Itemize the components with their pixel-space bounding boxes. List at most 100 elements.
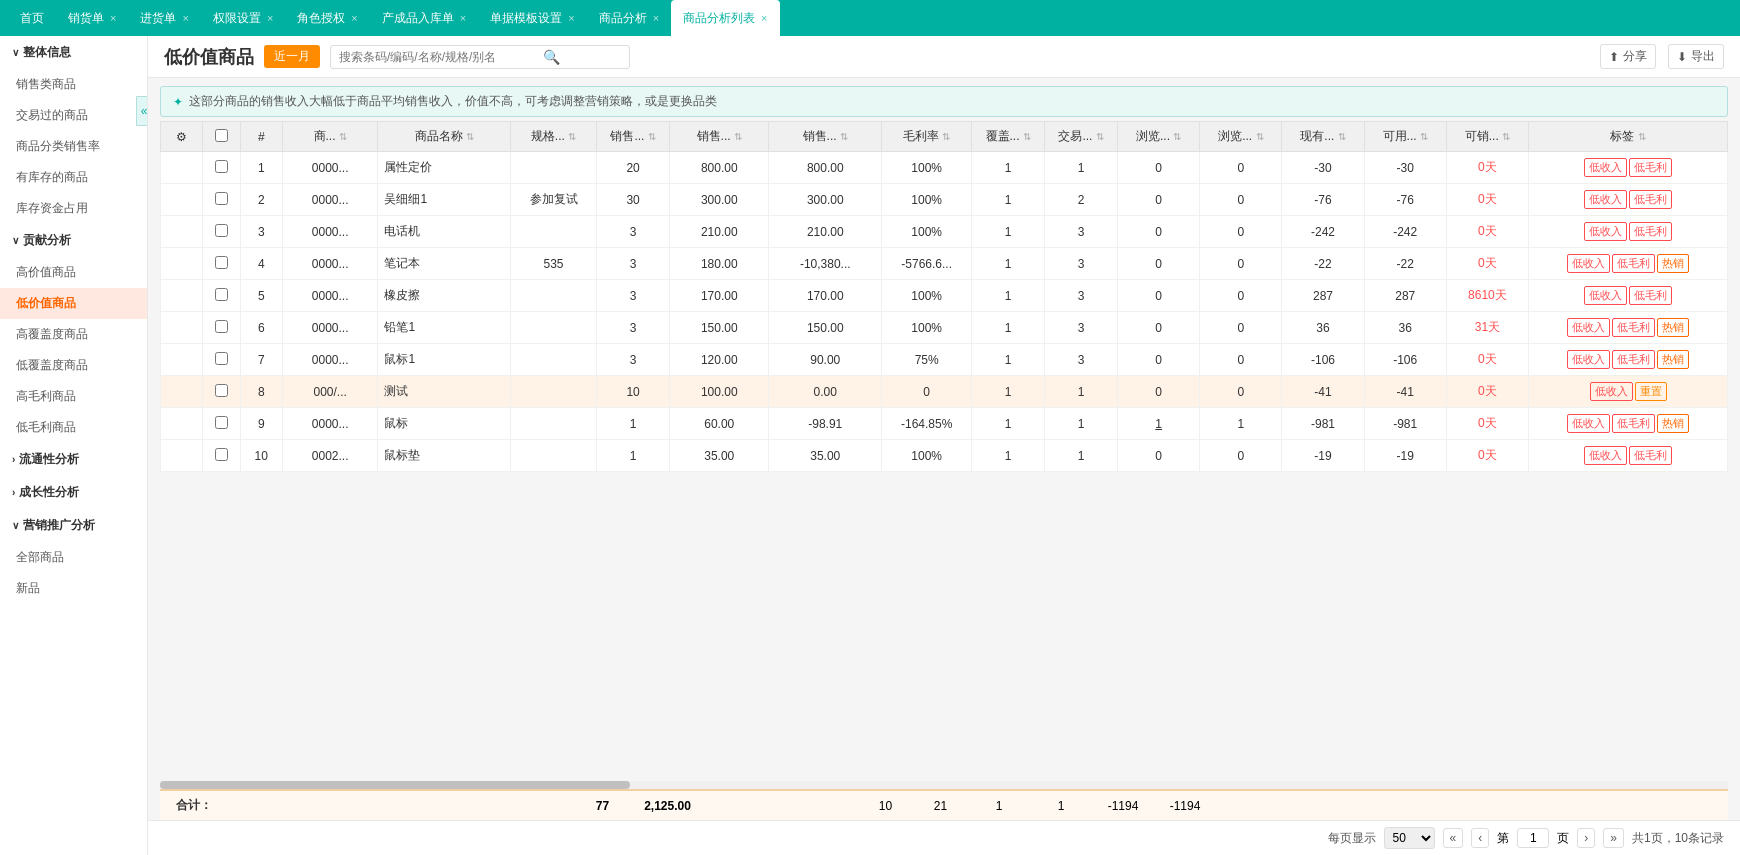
col-gear[interactable]: ⚙ [161, 122, 203, 152]
row-check[interactable] [203, 184, 240, 216]
row-checkbox[interactable] [215, 448, 228, 461]
row-gear [161, 280, 203, 312]
close-icon[interactable]: × [653, 12, 659, 24]
nav-home[interactable]: 首页 [8, 0, 56, 36]
col-cover[interactable]: 覆盖... ⇅ [972, 122, 1045, 152]
col-code[interactable]: 商... ⇅ [282, 122, 377, 152]
row-spec [510, 312, 596, 344]
row-check[interactable] [203, 248, 240, 280]
close-icon[interactable]: × [267, 12, 273, 24]
col-tags[interactable]: 标签 ⇅ [1529, 122, 1728, 152]
sidebar-item-new-goods[interactable]: 新品 [0, 573, 147, 604]
row-browse1[interactable]: 0 [1118, 376, 1200, 408]
col-sale-price[interactable]: 销售... ⇅ [670, 122, 769, 152]
row-browse1[interactable]: 0 [1118, 280, 1200, 312]
row-check[interactable] [203, 344, 240, 376]
row-browse1[interactable]: 0 [1118, 184, 1200, 216]
nav-goods-list[interactable]: 商品分析列表× [671, 0, 779, 36]
page-number-input[interactable] [1517, 828, 1549, 848]
sidebar-item-high-coverage[interactable]: 高覆盖度商品 [0, 319, 147, 350]
row-browse1[interactable]: 0 [1118, 344, 1200, 376]
row-browse1[interactable]: 0 [1118, 248, 1200, 280]
col-sale-qty[interactable]: 销售... ⇅ [597, 122, 670, 152]
row-checkbox[interactable] [215, 384, 228, 397]
sidebar-item-traded-goods[interactable]: 交易过的商品 [0, 100, 147, 131]
sidebar-item-stock-goods[interactable]: 有库存的商品 [0, 162, 147, 193]
col-sale-amount[interactable]: 销售... ⇅ [769, 122, 882, 152]
next-page-button[interactable]: › [1577, 828, 1595, 848]
row-browse1[interactable]: 0 [1118, 152, 1200, 184]
row-checkbox[interactable] [215, 352, 228, 365]
row-checkbox[interactable] [215, 416, 228, 429]
sidebar-item-sales-goods[interactable]: 销售类商品 [0, 69, 147, 100]
col-name[interactable]: 商品名称 ⇅ [378, 122, 511, 152]
close-icon[interactable]: × [110, 12, 116, 24]
row-browse1[interactable]: 0 [1118, 216, 1200, 248]
sidebar-item-low-margin[interactable]: 低毛利商品 [0, 412, 147, 443]
export-button[interactable]: ⬇ 导出 [1668, 44, 1724, 69]
close-icon[interactable]: × [761, 12, 767, 24]
page-size-select[interactable]: 50 100 200 [1384, 827, 1435, 849]
sidebar-item-low-coverage[interactable]: 低覆盖度商品 [0, 350, 147, 381]
nav-perm[interactable]: 权限设置× [201, 0, 285, 36]
row-checkbox[interactable] [215, 160, 228, 173]
sidebar-item-high-value[interactable]: 高价值商品 [0, 257, 147, 288]
sidebar-collapse-button[interactable]: « [136, 96, 148, 126]
sidebar-item-all-goods[interactable]: 全部商品 [0, 542, 147, 573]
sidebar-item-stock-fund[interactable]: 库存资金占用 [0, 193, 147, 224]
col-curr-stock[interactable]: 现有... ⇅ [1282, 122, 1364, 152]
first-page-button[interactable]: « [1443, 828, 1464, 848]
sidebar-group-marketing[interactable]: ∨ 营销推广分析 [0, 509, 147, 542]
nav-role[interactable]: 角色授权× [285, 0, 369, 36]
close-icon[interactable]: × [182, 12, 188, 24]
col-spec[interactable]: 规格... ⇅ [510, 122, 596, 152]
sidebar-group-growth[interactable]: › 成长性分析 [0, 476, 147, 509]
nav-purchase[interactable]: 进货单× [128, 0, 200, 36]
col-browse1[interactable]: 浏览... ⇅ [1118, 122, 1200, 152]
search-input[interactable] [339, 50, 539, 64]
table-scroll-bar[interactable] [160, 781, 1728, 789]
row-check[interactable] [203, 280, 240, 312]
close-icon[interactable]: × [351, 12, 357, 24]
nav-sales[interactable]: 销货单× [56, 0, 128, 36]
sidebar-group-overall[interactable]: ∨ 整体信息 [0, 36, 147, 69]
row-browse1[interactable]: 0 [1118, 440, 1200, 472]
sidebar-group-circulation[interactable]: › 流通性分析 [0, 443, 147, 476]
row-browse1[interactable]: 1 [1118, 408, 1200, 440]
last-page-button[interactable]: » [1603, 828, 1624, 848]
col-margin[interactable]: 毛利率 ⇅ [882, 122, 972, 152]
row-check[interactable] [203, 312, 240, 344]
sidebar-item-low-value[interactable]: 低价值商品 [0, 288, 147, 319]
search-icon[interactable]: 🔍 [543, 49, 560, 65]
sidebar-item-category-sales[interactable]: 商品分类销售率 [0, 131, 147, 162]
row-checkbox[interactable] [215, 320, 228, 333]
col-browse2[interactable]: 浏览... ⇅ [1200, 122, 1282, 152]
row-check[interactable] [203, 152, 240, 184]
row-check[interactable] [203, 376, 240, 408]
prev-page-button[interactable]: ‹ [1471, 828, 1489, 848]
nav-goods-analysis[interactable]: 商品分析× [587, 0, 671, 36]
row-check[interactable] [203, 408, 240, 440]
sidebar-group-contribution[interactable]: ∨ 贡献分析 [0, 224, 147, 257]
row-checkbox[interactable] [215, 288, 228, 301]
col-avail-stock[interactable]: 可用... ⇅ [1364, 122, 1446, 152]
filter-recent-month-button[interactable]: 近一月 [264, 45, 320, 68]
row-checkbox[interactable] [215, 192, 228, 205]
share-button[interactable]: ⬆ 分享 [1600, 44, 1656, 69]
sidebar-item-high-margin[interactable]: 高毛利商品 [0, 381, 147, 412]
row-checkbox[interactable] [215, 224, 228, 237]
select-all-checkbox[interactable] [215, 129, 228, 142]
row-browse1[interactable]: 0 [1118, 312, 1200, 344]
row-check[interactable] [203, 216, 240, 248]
col-sellable[interactable]: 可销... ⇅ [1446, 122, 1528, 152]
table-container[interactable]: ⚙ # 商... ⇅ 商品名称 ⇅ 规格... ⇅ 销售... ⇅ 销售... … [160, 121, 1728, 781]
close-icon[interactable]: × [568, 12, 574, 24]
row-checkbox[interactable] [215, 256, 228, 269]
nav-inventory[interactable]: 产成品入库单× [370, 0, 478, 36]
close-icon[interactable]: × [460, 12, 466, 24]
nav-template[interactable]: 单据模板设置× [478, 0, 586, 36]
col-trade[interactable]: 交易... ⇅ [1045, 122, 1118, 152]
row-check[interactable] [203, 440, 240, 472]
row-sale-price: 35.00 [670, 440, 769, 472]
col-check[interactable] [203, 122, 240, 152]
